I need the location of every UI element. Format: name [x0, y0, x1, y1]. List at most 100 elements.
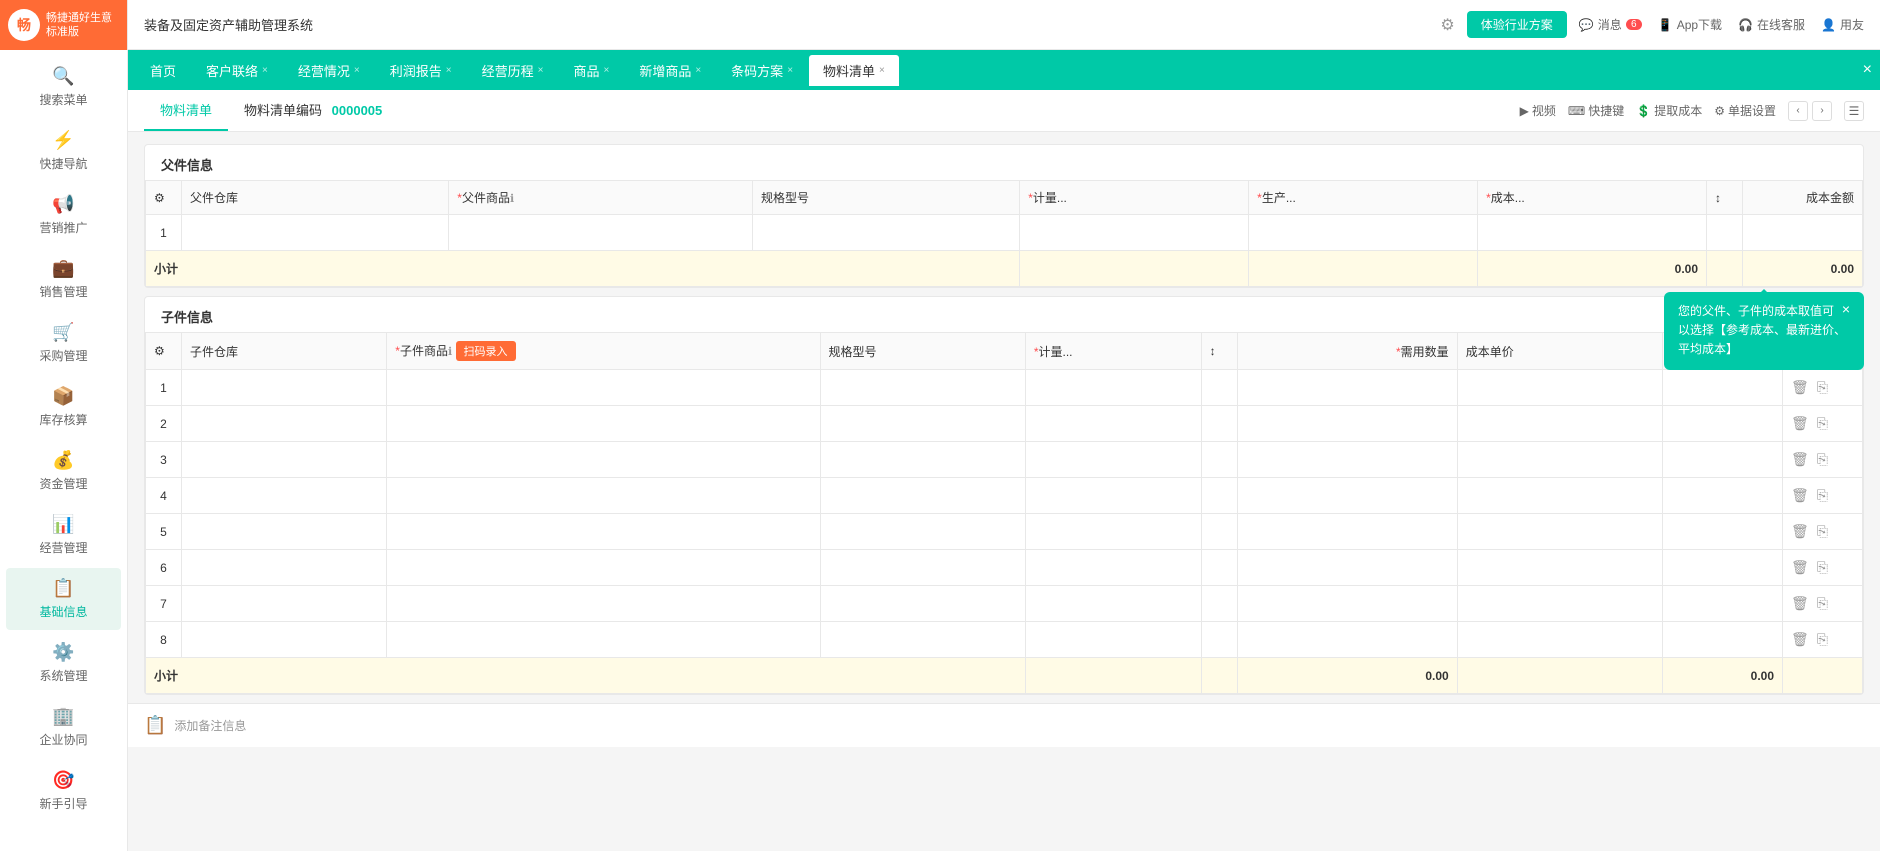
- child-cell-goods-6[interactable]: [387, 550, 820, 586]
- sidebar-item-guide[interactable]: 🎯 新手引导: [6, 760, 121, 822]
- settings-gear-icon[interactable]: ⚙: [1440, 15, 1454, 35]
- scan-input-button[interactable]: 扫码录入: [456, 341, 516, 361]
- child-cell-qty-5[interactable]: [1237, 514, 1457, 550]
- tooltip-close-button[interactable]: ×: [1842, 302, 1850, 316]
- child-cell-spec-1[interactable]: [820, 370, 1025, 406]
- sidebar-item-sales[interactable]: 💼 销售管理: [6, 248, 121, 310]
- child-cell-price-3[interactable]: [1457, 442, 1662, 478]
- delete-icon-4[interactable]: 🗑: [1791, 487, 1809, 504]
- child-cell-unit-4[interactable]: [1025, 478, 1201, 514]
- child-cell-unit-8[interactable]: [1025, 622, 1201, 658]
- user-menu[interactable]: 👤 用友: [1821, 16, 1864, 33]
- tab-barcode[interactable]: 条码方案 ×: [717, 55, 807, 86]
- message-button[interactable]: 💬 消息 6: [1579, 16, 1642, 33]
- copy-icon-4[interactable]: ⎘: [1817, 487, 1828, 504]
- child-cell-warehouse-8[interactable]: [182, 622, 387, 658]
- child-cell-price-7[interactable]: [1457, 586, 1662, 622]
- child-cell-spec-2[interactable]: [820, 406, 1025, 442]
- next-arrow[interactable]: ›: [1812, 101, 1832, 121]
- tab-history-close[interactable]: ×: [538, 65, 544, 76]
- child-cell-unit-3[interactable]: [1025, 442, 1201, 478]
- copy-icon-3[interactable]: ⎘: [1817, 451, 1828, 468]
- tab-operations[interactable]: 经营情况 ×: [284, 55, 374, 86]
- tab-new-goods-close[interactable]: ×: [695, 65, 701, 76]
- delete-icon-8[interactable]: 🗑: [1791, 631, 1809, 648]
- sidebar-item-quicknav[interactable]: ⚡ 快捷导航: [6, 120, 121, 182]
- parent-cell-production-1[interactable]: [1249, 215, 1478, 251]
- child-cell-spec-8[interactable]: [820, 622, 1025, 658]
- child-cell-goods-8[interactable]: [387, 622, 820, 658]
- child-cell-goods-7[interactable]: [387, 586, 820, 622]
- customer-service-button[interactable]: 🎧 在线客服: [1738, 16, 1805, 33]
- child-cell-warehouse-5[interactable]: [182, 514, 387, 550]
- child-cell-goods-1[interactable]: [387, 370, 820, 406]
- child-cell-warehouse-3[interactable]: [182, 442, 387, 478]
- parent-th-settings[interactable]: ⚙: [146, 181, 182, 215]
- child-cell-unit-5[interactable]: [1025, 514, 1201, 550]
- sidebar-item-marketing[interactable]: 📢 营销推广: [6, 184, 121, 246]
- sidebar-item-inventory[interactable]: 📦 库存核算: [6, 376, 121, 438]
- child-cell-qty-4[interactable]: [1237, 478, 1457, 514]
- parent-cell-spec-1[interactable]: [752, 215, 1019, 251]
- tab-customer-close[interactable]: ×: [262, 65, 268, 76]
- child-cell-goods-2[interactable]: [387, 406, 820, 442]
- app-download-button[interactable]: 📱 App下载: [1658, 16, 1722, 33]
- child-cell-price-8[interactable]: [1457, 622, 1662, 658]
- tab-customer[interactable]: 客户联络 ×: [192, 55, 282, 86]
- child-cell-goods-3[interactable]: [387, 442, 820, 478]
- copy-icon-2[interactable]: ⎘: [1817, 415, 1828, 432]
- child-th-settings[interactable]: ⚙: [146, 333, 182, 370]
- tab-history[interactable]: 经营历程 ×: [468, 55, 558, 86]
- child-cell-spec-6[interactable]: [820, 550, 1025, 586]
- child-cell-price-4[interactable]: [1457, 478, 1662, 514]
- child-cell-qty-8[interactable]: [1237, 622, 1457, 658]
- child-cell-spec-5[interactable]: [820, 514, 1025, 550]
- tab-operations-close[interactable]: ×: [354, 65, 360, 76]
- trial-button[interactable]: 体验行业方案: [1467, 11, 1567, 38]
- delete-icon-1[interactable]: 🗑: [1791, 379, 1809, 396]
- child-cell-warehouse-6[interactable]: [182, 550, 387, 586]
- cost-action[interactable]: 💲 提取成本: [1636, 102, 1702, 119]
- delete-icon-3[interactable]: 🗑: [1791, 451, 1809, 468]
- sidebar-item-search[interactable]: 🔍 搜索菜单: [6, 56, 121, 118]
- menu-icon[interactable]: ☰: [1844, 101, 1864, 121]
- nav-close-all[interactable]: ×: [1863, 61, 1872, 79]
- delete-icon-7[interactable]: 🗑: [1791, 595, 1809, 612]
- delete-icon-5[interactable]: 🗑: [1791, 523, 1809, 540]
- sidebar-item-operations[interactable]: 📊 经营管理: [6, 504, 121, 566]
- child-cell-goods-5[interactable]: [387, 514, 820, 550]
- copy-icon-1[interactable]: ⎘: [1817, 379, 1828, 396]
- child-cell-unit-7[interactable]: [1025, 586, 1201, 622]
- note-text[interactable]: 添加备注信息: [174, 717, 246, 734]
- child-cell-spec-4[interactable]: [820, 478, 1025, 514]
- sidebar-item-basic[interactable]: 📋 基础信息: [6, 568, 121, 630]
- delete-icon-2[interactable]: 🗑: [1791, 415, 1809, 432]
- child-cell-price-1[interactable]: [1457, 370, 1662, 406]
- tab-profit[interactable]: 利润报告 ×: [376, 55, 466, 86]
- child-cell-qty-7[interactable]: [1237, 586, 1457, 622]
- child-cell-unit-1[interactable]: [1025, 370, 1201, 406]
- tab-new-goods[interactable]: 新增商品 ×: [625, 55, 715, 86]
- sidebar-item-purchase[interactable]: 🛒 采购管理: [6, 312, 121, 374]
- sub-tab-bom-detail[interactable]: 物料清单编码 0000005: [228, 90, 398, 131]
- tab-bom-close[interactable]: ×: [879, 65, 885, 76]
- child-cell-spec-7[interactable]: [820, 586, 1025, 622]
- delete-icon-6[interactable]: 🗑: [1791, 559, 1809, 576]
- child-cell-unit-2[interactable]: [1025, 406, 1201, 442]
- copy-icon-8[interactable]: ⎘: [1817, 631, 1828, 648]
- child-cell-price-6[interactable]: [1457, 550, 1662, 586]
- tab-goods-close[interactable]: ×: [603, 65, 609, 76]
- parent-cell-unit-1[interactable]: [1020, 215, 1249, 251]
- child-cell-warehouse-4[interactable]: [182, 478, 387, 514]
- tab-home[interactable]: 首页: [136, 55, 190, 86]
- sidebar-item-system[interactable]: ⚙️ 系统管理: [6, 632, 121, 694]
- child-cell-goods-4[interactable]: [387, 478, 820, 514]
- child-cell-qty-1[interactable]: [1237, 370, 1457, 406]
- parent-cell-cost-1[interactable]: [1478, 215, 1707, 251]
- tab-barcode-close[interactable]: ×: [787, 65, 793, 76]
- sidebar-item-enterprise[interactable]: 🏢 企业协同: [6, 696, 121, 758]
- parent-cell-goods-1[interactable]: [449, 215, 753, 251]
- child-cell-price-5[interactable]: [1457, 514, 1662, 550]
- child-cell-qty-2[interactable]: [1237, 406, 1457, 442]
- prev-arrow[interactable]: ‹: [1788, 101, 1808, 121]
